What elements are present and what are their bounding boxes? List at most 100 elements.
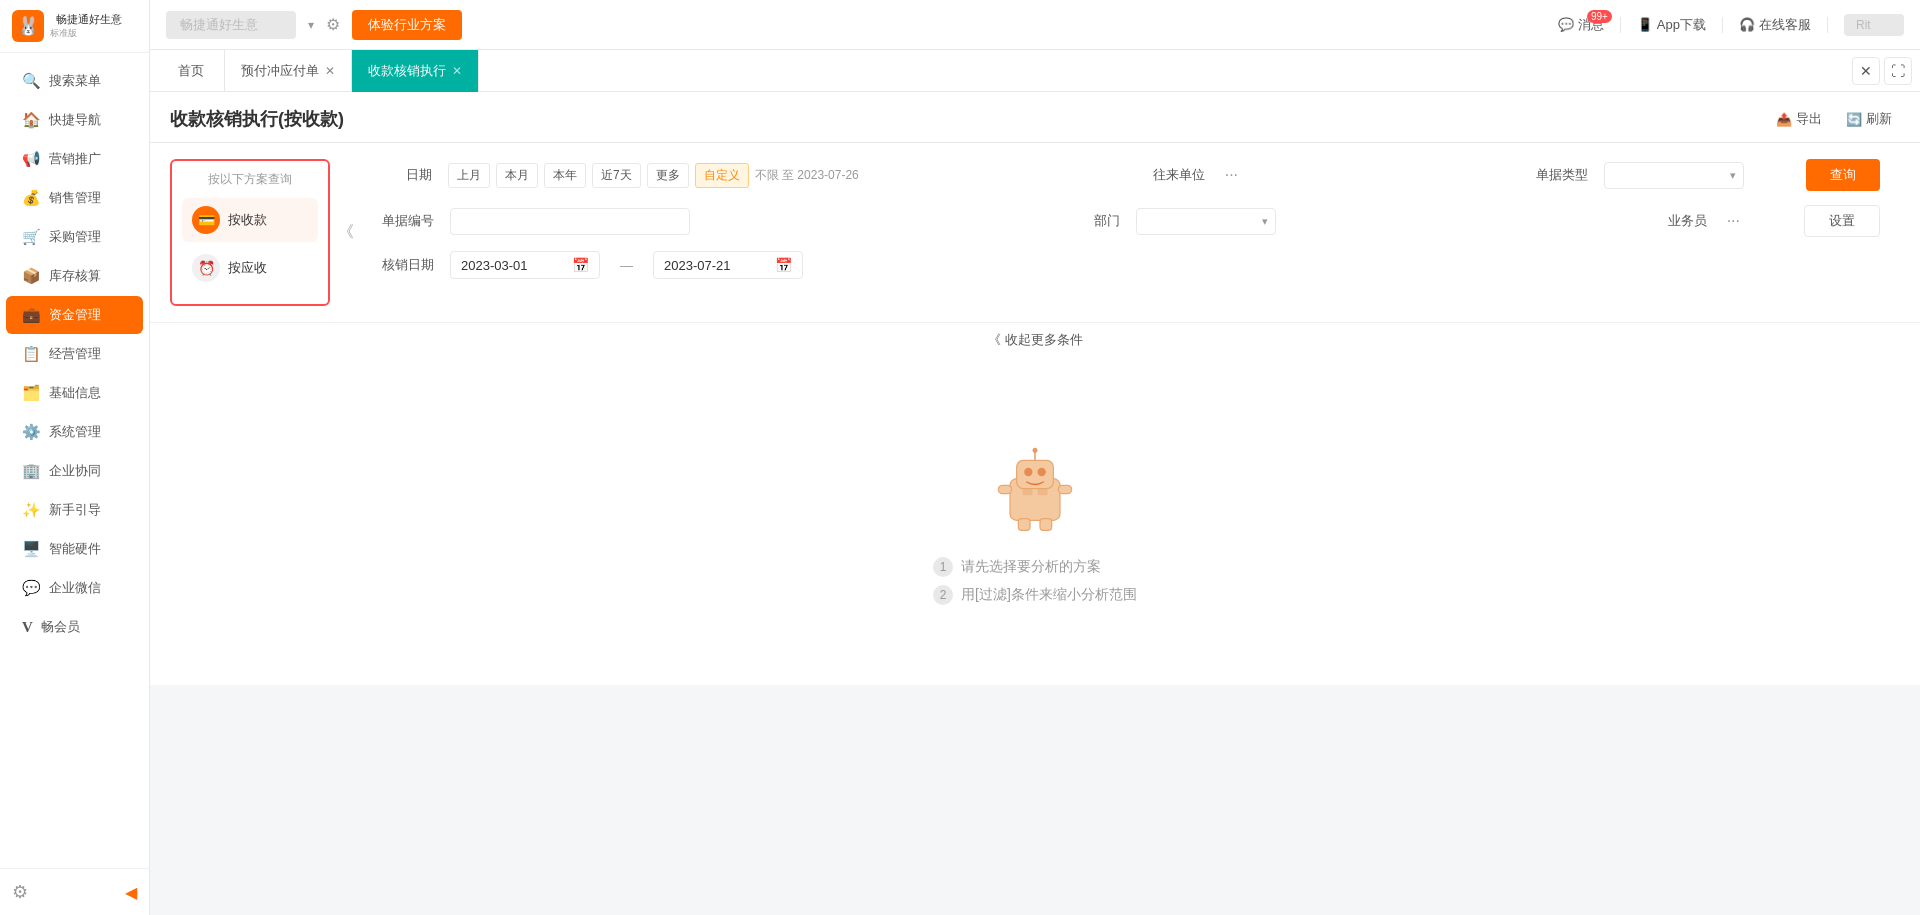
empty-hint-1: 1 请先选择要分析的方案 (933, 557, 1137, 577)
app-download-btn[interactable]: 📱 App下载 (1637, 16, 1706, 34)
message-badge: 99+ (1587, 10, 1612, 23)
empty-state: 1 请先选择要分析的方案 2 用[过滤]条件来缩小分析范围 (150, 357, 1920, 685)
export-btn[interactable]: 📤 导出 (1768, 106, 1830, 132)
date-label: 日期 (382, 166, 432, 184)
sidebar-item-search-label: 搜索菜单 (49, 72, 101, 90)
sidebar-item-wechat-label: 企业微信 (49, 579, 101, 597)
sidebar-item-sales[interactable]: 💰 销售管理 (6, 179, 143, 217)
chevron-down-icon[interactable]: ▾ (308, 18, 314, 32)
query-btn[interactable]: 查询 (1806, 159, 1880, 191)
sidebar-item-basic[interactable]: 🗂️ 基础信息 (6, 374, 143, 412)
date-this-year-btn[interactable]: 本年 (544, 163, 586, 188)
gear-icon[interactable]: ⚙ (326, 15, 340, 34)
calendar-end-icon: 📅 (775, 257, 792, 273)
sidebar-item-guide[interactable]: ✨ 新手引导 (6, 491, 143, 529)
logo-text: 畅捷通好生意 (56, 12, 122, 26)
tabbar-actions: ✕ ⛶ (1852, 57, 1912, 85)
date-7days-btn[interactable]: 近7天 (592, 163, 641, 188)
doc-type-select-wrapper (1604, 162, 1744, 189)
hint-2-text: 用[过滤]条件来缩小分析范围 (961, 586, 1137, 604)
page-header: 收款核销执行(按收款) 📤 导出 🔄 刷新 (150, 92, 1920, 143)
date-more-btn[interactable]: 更多 (647, 163, 689, 188)
sidebar-settings-icon[interactable]: ⚙ (12, 881, 28, 903)
filter-form: 日期 上月 本月 本年 近7天 更多 自定义 不限 至 2023-07-26 往… (362, 159, 1900, 306)
sidebar-item-search[interactable]: 🔍 搜索菜单 (6, 62, 143, 100)
sidebar-item-vip-label: 畅会员 (41, 618, 80, 636)
filter-area: 按以下方案查询 💳 按收款 ⏰ 按应收 《 日期 (150, 143, 1920, 322)
topbar-brand: 畅捷通好生意 (166, 11, 296, 39)
sidebar-item-basic-label: 基础信息 (49, 384, 101, 402)
svg-rect-7 (1058, 485, 1071, 493)
tab-prepay-label: 预付冲应付单 (241, 62, 319, 80)
counterparty-more-icon[interactable]: ··· (1221, 166, 1242, 184)
refresh-icon: 🔄 (1846, 112, 1862, 127)
settings-btn[interactable]: 设置 (1804, 205, 1880, 237)
system-icon: ⚙️ (22, 423, 41, 441)
empty-illustration (985, 437, 1085, 537)
tab-prepay[interactable]: 预付冲应付单 ✕ (225, 50, 352, 92)
collapse-more-btn[interactable]: 《 收起更多条件 (150, 322, 1920, 357)
svg-rect-8 (1023, 489, 1033, 496)
doc-no-input[interactable] (450, 208, 690, 235)
sidebar-item-quicknav[interactable]: 🏠 快捷导航 (6, 101, 143, 139)
sidebar-item-system[interactable]: ⚙️ 系统管理 (6, 413, 143, 451)
sidebar-item-marketing-label: 营销推广 (49, 150, 101, 168)
dept-select[interactable] (1136, 208, 1276, 235)
industry-btn[interactable]: 体验行业方案 (352, 10, 462, 40)
receipt-option-icon: 💳 (192, 206, 220, 234)
sidebar-item-hardware-label: 智能硬件 (49, 540, 101, 558)
tab-close-all-btn[interactable]: ✕ (1852, 57, 1880, 85)
svg-rect-9 (1038, 489, 1048, 496)
sidebar-item-wechat[interactable]: 💬 企业微信 (6, 569, 143, 607)
sidebar-item-vip[interactable]: V 畅会员 (6, 608, 143, 646)
verify-date-start-input[interactable]: 2023-03-01 📅 (450, 251, 600, 279)
sidebar-item-hardware[interactable]: 🖥️ 智能硬件 (6, 530, 143, 568)
tab-receipt-close[interactable]: ✕ (452, 64, 462, 78)
collapse-more-label: 收起更多条件 (1005, 331, 1083, 349)
online-service-btn[interactable]: 🎧 在线客服 (1739, 16, 1811, 34)
sidebar-item-business[interactable]: 📋 经营管理 (6, 335, 143, 373)
message-icon: 💬 (1558, 17, 1574, 32)
sidebar-item-system-label: 系统管理 (49, 423, 101, 441)
refresh-btn[interactable]: 🔄 刷新 (1838, 106, 1900, 132)
dept-label: 部门 (1070, 212, 1120, 230)
doc-type-select[interactable] (1604, 162, 1744, 189)
sidebar-item-corp[interactable]: 🏢 企业协同 (6, 452, 143, 490)
date-quick-group: 上月 本月 本年 近7天 更多 自定义 不限 至 2023-07-26 (448, 163, 859, 188)
sidebar-item-guide-label: 新手引导 (49, 501, 101, 519)
date-this-month-btn[interactable]: 本月 (496, 163, 538, 188)
page-content: 收款核销执行(按收款) 📤 导出 🔄 刷新 按以下方案查询 💳 按收款 (150, 92, 1920, 915)
sidebar-item-purchase[interactable]: 🛒 采购管理 (6, 218, 143, 256)
message-btn[interactable]: 💬 消息 99+ (1558, 16, 1604, 34)
date-last-month-btn[interactable]: 上月 (448, 163, 490, 188)
topbar-user[interactable]: Rit (1844, 14, 1904, 36)
filter-row-3: 核销日期 2023-03-01 📅 — 2023-07-21 📅 (382, 251, 1880, 279)
empty-hints: 1 请先选择要分析的方案 2 用[过滤]条件来缩小分析范围 (933, 557, 1137, 605)
collapse-more-icon: 《 (988, 331, 1001, 349)
hint-1-num: 1 (933, 557, 953, 577)
tab-expand-btn[interactable]: ⛶ (1884, 57, 1912, 85)
sidebar-item-inventory-label: 库存核算 (49, 267, 101, 285)
svg-point-2 (1024, 468, 1032, 476)
sidebar-item-finance[interactable]: 💼 资金管理 (6, 296, 143, 334)
sidebar-item-marketing[interactable]: 📢 营销推广 (6, 140, 143, 178)
export-label: 导出 (1796, 110, 1822, 128)
receipt-option-label: 按收款 (228, 211, 267, 229)
filter-collapse-btn[interactable]: 《 (330, 159, 362, 306)
tab-prepay-close[interactable]: ✕ (325, 64, 335, 78)
main-area: 畅捷通好生意 ▾ ⚙ 体验行业方案 💬 消息 99+ 📱 App下载 🎧 在线客… (150, 0, 1920, 915)
page-header-actions: 📤 导出 🔄 刷新 (1768, 106, 1900, 132)
verify-date-end-input[interactable]: 2023-07-21 📅 (653, 251, 803, 279)
page-title: 收款核销执行(按收款) (170, 107, 344, 131)
tab-home[interactable]: 首页 (158, 50, 225, 92)
sidebar-item-inventory[interactable]: 📦 库存核算 (6, 257, 143, 295)
vip-icon: V (22, 619, 33, 636)
filter-option-by-receivable[interactable]: ⏰ 按应收 (182, 246, 318, 290)
sidebar-collapse-icon[interactable]: ◀ (125, 883, 137, 902)
sales-rep-more-icon[interactable]: ··· (1723, 212, 1744, 230)
export-icon: 📤 (1776, 112, 1792, 127)
corp-icon: 🏢 (22, 462, 41, 480)
filter-option-by-receipt[interactable]: 💳 按收款 (182, 198, 318, 242)
finance-icon: 💼 (22, 306, 41, 324)
tab-receipt[interactable]: 收款核销执行 ✕ (352, 50, 479, 92)
